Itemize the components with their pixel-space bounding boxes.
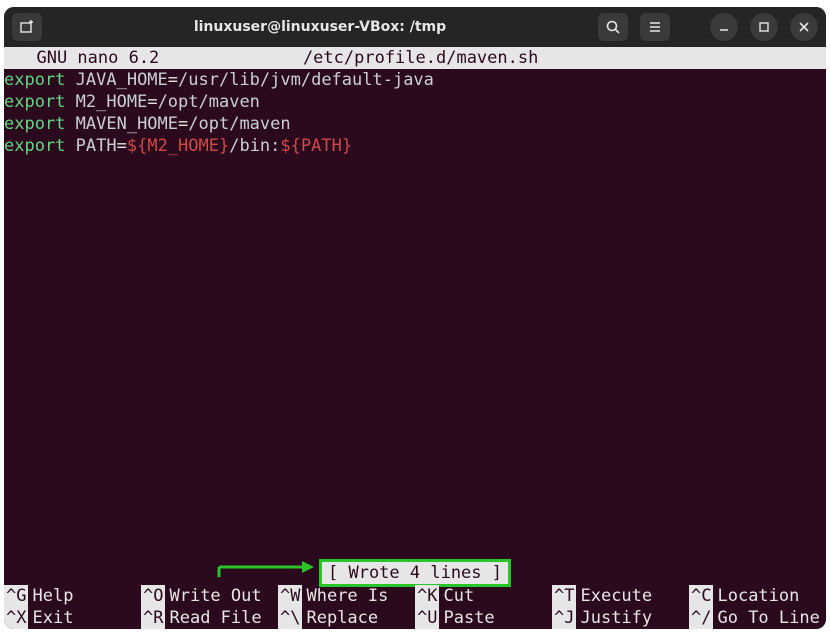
shortcut-row-1: ^GHelp ^OWrite Out ^WWhere Is ^KCut ^TEx… xyxy=(4,585,826,607)
equals: = xyxy=(117,136,127,156)
shortcut-key: ^X xyxy=(4,607,28,629)
maximize-button[interactable] xyxy=(750,13,778,41)
status-row: [ Wrote 4 lines ] xyxy=(4,561,826,585)
shortcut-help[interactable]: ^GHelp xyxy=(4,585,141,607)
shortcut-justify[interactable]: ^JJustify xyxy=(552,607,689,629)
shortcut-key: ^T xyxy=(552,585,576,607)
equals: = xyxy=(178,114,188,134)
terminal-window: linuxuser@linuxuser-VBox: /tmp GNU nano … xyxy=(4,7,826,629)
close-icon xyxy=(797,20,811,34)
menu-button[interactable] xyxy=(640,13,670,41)
status-message: [ Wrote 4 lines ] xyxy=(319,559,511,587)
value: /opt/maven xyxy=(188,114,290,134)
new-tab-button[interactable] xyxy=(12,13,42,41)
variable: JAVA_HOME xyxy=(65,70,167,90)
nano-app-name: GNU nano 6.2 xyxy=(8,47,159,69)
shortcut-paste[interactable]: ^UPaste xyxy=(415,607,552,629)
editor-content[interactable]: export JAVA_HOME=/usr/lib/jvm/default-ja… xyxy=(4,69,826,157)
shortcut-label: Read File xyxy=(165,607,261,629)
variable: MAVEN_HOME xyxy=(65,114,178,134)
interp: ${PATH} xyxy=(280,136,352,156)
shortcut-execute[interactable]: ^TExecute xyxy=(552,585,689,607)
hamburger-icon xyxy=(647,19,663,35)
keyword: export xyxy=(4,92,65,112)
equals: = xyxy=(147,92,157,112)
shortcut-key: ^C xyxy=(689,585,713,607)
shortcut-key: ^O xyxy=(141,585,165,607)
shortcut-writeout[interactable]: ^OWrite Out xyxy=(141,585,278,607)
shortcut-readfile[interactable]: ^RRead File xyxy=(141,607,278,629)
shortcut-key: ^W xyxy=(278,585,302,607)
shortcut-label: Paste xyxy=(439,607,494,629)
shortcut-label: Cut xyxy=(439,585,474,607)
shortcut-gotoline[interactable]: ^/Go To Line xyxy=(689,607,826,629)
shortcut-label: Go To Line xyxy=(713,607,819,629)
terminal-area[interactable]: GNU nano 6.2 /etc/profile.d/maven.sh exp… xyxy=(4,47,826,629)
shortcut-key: ^\ xyxy=(278,607,302,629)
shortcut-whereis[interactable]: ^WWhere Is xyxy=(278,585,415,607)
window-title: linuxuser@linuxuser-VBox: /tmp xyxy=(50,19,590,35)
shortcut-label: Location xyxy=(713,585,799,607)
value: /usr/lib/jvm/default-java xyxy=(178,70,434,90)
shortcut-label: Where Is xyxy=(302,585,388,607)
interp: ${M2_HOME} xyxy=(127,136,229,156)
shortcut-label: Write Out xyxy=(165,585,261,607)
shortcut-cut[interactable]: ^KCut xyxy=(415,585,552,607)
close-button[interactable] xyxy=(790,13,818,41)
keyword: export xyxy=(4,136,65,156)
equals: = xyxy=(168,70,178,90)
maximize-icon xyxy=(757,20,771,34)
nano-file-path: /etc/profile.d/maven.sh xyxy=(159,47,822,69)
shortcut-key: ^/ xyxy=(689,607,713,629)
window-titlebar: linuxuser@linuxuser-VBox: /tmp xyxy=(4,7,826,47)
shortcut-key: ^K xyxy=(415,585,439,607)
shortcut-label: Execute xyxy=(576,585,652,607)
keyword: export xyxy=(4,114,65,134)
shortcut-key: ^G xyxy=(4,585,28,607)
nano-header: GNU nano 6.2 /etc/profile.d/maven.sh xyxy=(4,47,826,69)
shortcut-key: ^U xyxy=(415,607,439,629)
shortcut-location[interactable]: ^CLocation xyxy=(689,585,826,607)
minimize-button[interactable] xyxy=(710,13,738,41)
search-button[interactable] xyxy=(598,13,628,41)
search-icon xyxy=(605,19,621,35)
variable: M2_HOME xyxy=(65,92,147,112)
minimize-icon xyxy=(717,20,731,34)
value: /opt/maven xyxy=(158,92,260,112)
variable: PATH xyxy=(65,136,116,156)
shortcut-label: Replace xyxy=(302,607,378,629)
shortcut-label: Justify xyxy=(576,607,652,629)
nano-shortcuts: ^GHelp ^OWrite Out ^WWhere Is ^KCut ^TEx… xyxy=(4,585,826,629)
shortcut-key: ^R xyxy=(141,607,165,629)
shortcut-row-2: ^XExit ^RRead File ^\Replace ^UPaste ^JJ… xyxy=(4,607,826,629)
keyword: export xyxy=(4,70,65,90)
shortcut-label: Exit xyxy=(28,607,73,629)
shortcut-key: ^J xyxy=(552,607,576,629)
value: /bin: xyxy=(229,136,280,156)
shortcut-label: Help xyxy=(28,585,73,607)
shortcut-replace[interactable]: ^\Replace xyxy=(278,607,415,629)
shortcut-exit[interactable]: ^XExit xyxy=(4,607,141,629)
